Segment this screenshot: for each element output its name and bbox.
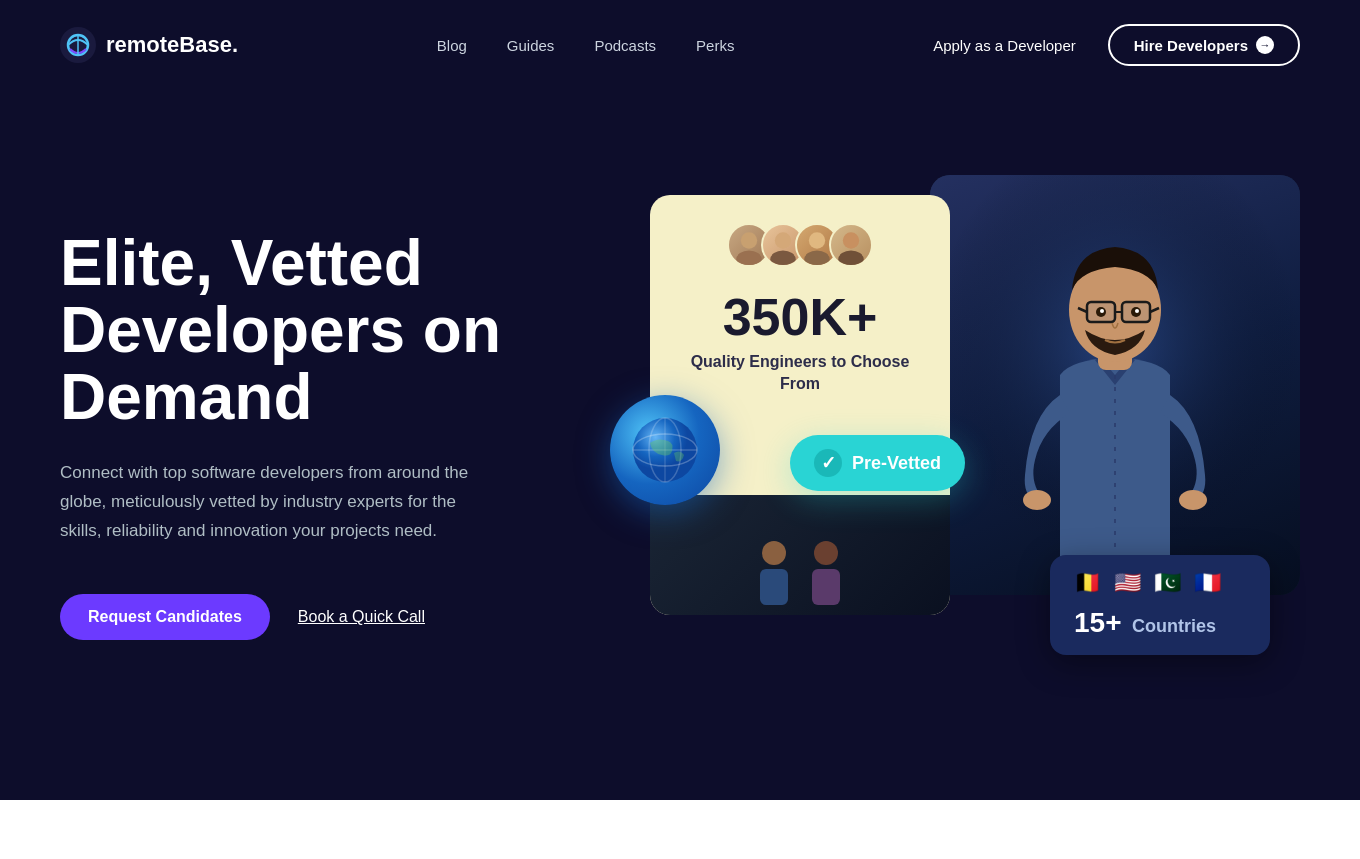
nav-guides[interactable]: Guides (507, 37, 555, 54)
svg-point-31 (1135, 309, 1139, 313)
navigation: remoteBase. Blog Guides Podcasts Perks A… (0, 0, 1360, 90)
svg-point-6 (770, 250, 795, 267)
prevetted-label: Pre-Vetted (852, 453, 941, 474)
stats-big-number: 350K+ (723, 291, 878, 343)
bottom-section (0, 800, 1360, 859)
svg-point-34 (1179, 490, 1207, 510)
nav-podcasts[interactable]: Podcasts (594, 37, 656, 54)
svg-rect-12 (760, 569, 788, 605)
countries-number: 15+ (1074, 607, 1122, 638)
hero-visuals: 350K+ Quality Engineers to Choose From (600, 175, 1300, 695)
countries-label: Countries (1132, 616, 1216, 636)
hire-developers-label: Hire Developers (1134, 37, 1248, 54)
dev-workspace (930, 175, 1300, 595)
hero-actions: Request Candidates Book a Quick Call (60, 594, 560, 640)
developer-photo-card (930, 175, 1300, 595)
countries-badge: 🇧🇪 🇺🇸 🇵🇰 🇫🇷 15+ Countries (1050, 555, 1270, 655)
logo[interactable]: remoteBase. (60, 27, 238, 63)
logo-text: remoteBase. (106, 32, 238, 58)
svg-point-11 (762, 541, 786, 565)
request-candidates-button[interactable]: Request Candidates (60, 594, 270, 640)
hero-left: Elite, Vetted Developers on Demand Conne… (60, 230, 560, 640)
prevetted-badge: ✓ Pre-Vetted (790, 435, 965, 491)
avatar-4 (829, 223, 873, 267)
globe-orb (610, 395, 720, 505)
logo-icon (60, 27, 96, 63)
hero-section: Elite, Vetted Developers on Demand Conne… (0, 90, 1360, 800)
stats-sub-text: Quality Engineers to Choose From (674, 351, 926, 396)
svg-point-30 (1100, 309, 1104, 313)
flag-usa: 🇺🇸 (1114, 571, 1146, 595)
svg-point-3 (741, 232, 757, 248)
flags-row: 🇧🇪 🇺🇸 🇵🇰 🇫🇷 (1074, 571, 1246, 595)
developer-illustration (930, 175, 1300, 595)
flag-belgium: 🇧🇪 (1074, 571, 1106, 595)
globe-svg (630, 415, 700, 485)
svg-rect-14 (812, 569, 840, 605)
svg-point-8 (804, 250, 829, 267)
countries-stat: 15+ Countries (1074, 607, 1246, 639)
flag-pakistan: 🇵🇰 (1154, 571, 1186, 595)
svg-point-9 (843, 232, 859, 248)
check-icon: ✓ (814, 449, 842, 477)
svg-point-13 (814, 541, 838, 565)
avatars-row (727, 223, 873, 267)
flag-france: 🇫🇷 (1194, 571, 1226, 595)
svg-point-4 (736, 250, 761, 267)
nav-right: Apply as a Developer Hire Developers (933, 24, 1300, 66)
book-quick-call-button[interactable]: Book a Quick Call (298, 608, 425, 626)
svg-point-5 (775, 232, 791, 248)
hire-arrow-icon (1256, 36, 1274, 54)
nav-links: Blog Guides Podcasts Perks (437, 37, 735, 54)
hire-developers-button[interactable]: Hire Developers (1108, 24, 1300, 66)
nav-blog[interactable]: Blog (437, 37, 467, 54)
svg-point-10 (838, 250, 863, 267)
svg-point-7 (809, 232, 825, 248)
apply-as-developer-link[interactable]: Apply as a Developer (933, 37, 1076, 54)
hero-subtitle: Connect with top software developers fro… (60, 459, 480, 546)
hero-title: Elite, Vetted Developers on Demand (60, 230, 560, 432)
svg-point-33 (1023, 490, 1051, 510)
nav-perks[interactable]: Perks (696, 37, 734, 54)
